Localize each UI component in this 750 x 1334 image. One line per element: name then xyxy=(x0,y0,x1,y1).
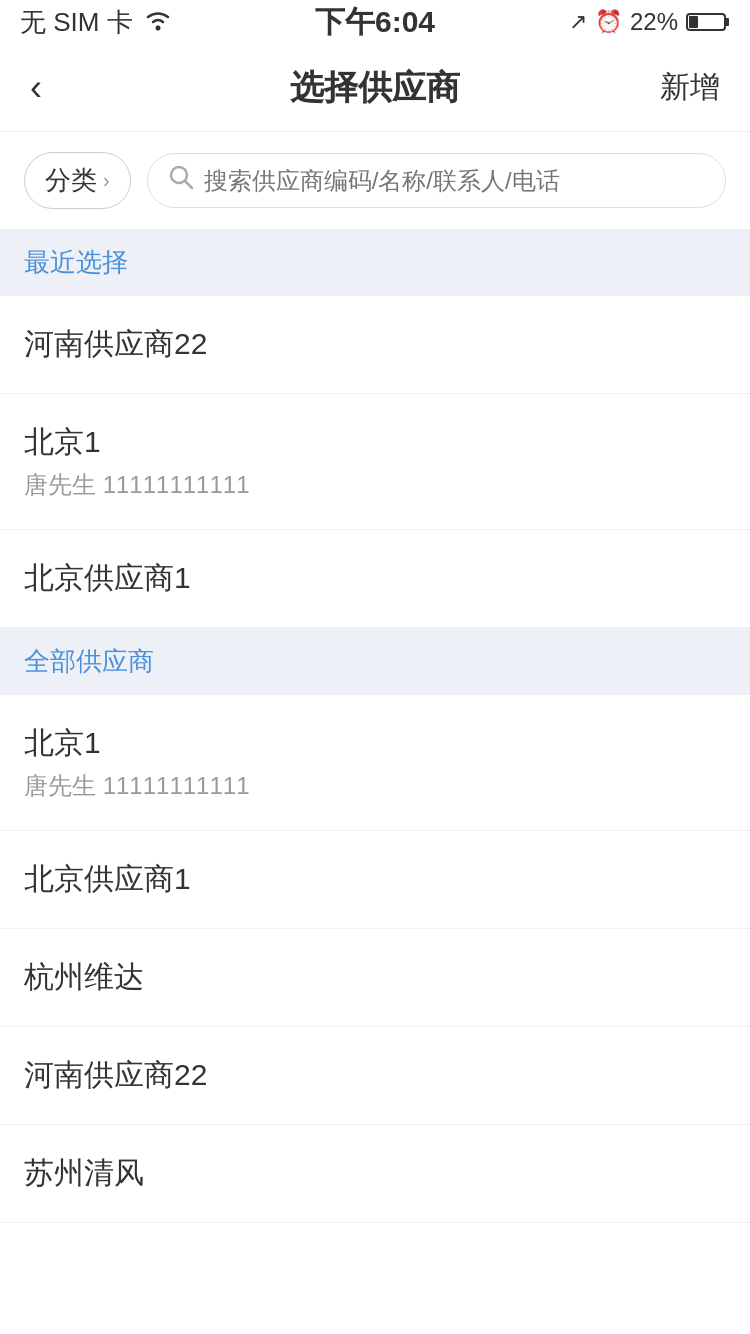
add-button[interactable]: 新增 xyxy=(660,67,720,108)
status-bar: 无 SIM 卡 下午6:04 ↗ ⏰ 22% xyxy=(0,0,750,44)
search-area: 分类 › xyxy=(0,132,750,229)
item-name: 苏州清风 xyxy=(24,1153,726,1194)
item-name: 北京供应商1 xyxy=(24,558,726,599)
battery-label: 22% xyxy=(630,8,678,36)
status-left: 无 SIM 卡 xyxy=(20,5,173,40)
item-sub: 唐先生 11111111111 xyxy=(24,469,726,501)
back-button[interactable]: ‹ xyxy=(30,67,90,109)
item-name: 北京供应商1 xyxy=(24,859,726,900)
status-right: ↗ ⏰ 22% xyxy=(569,8,730,36)
svg-rect-2 xyxy=(725,18,729,26)
page-title: 选择供应商 xyxy=(290,65,460,111)
category-label: 分类 xyxy=(45,163,97,198)
list-item[interactable]: 河南供应商22 xyxy=(0,296,750,394)
item-sub: 唐先生 11111111111 xyxy=(24,770,726,802)
status-time: 下午6:04 xyxy=(315,2,435,43)
all-section-header: 全部供应商 xyxy=(0,628,750,695)
battery-icon xyxy=(686,11,730,33)
recent-section-header: 最近选择 xyxy=(0,229,750,296)
search-input-wrap xyxy=(147,153,726,208)
search-input[interactable] xyxy=(204,167,705,195)
list-item[interactable]: 苏州清风 xyxy=(0,1125,750,1223)
alarm-icon: ⏰ xyxy=(595,9,622,35)
recent-items-list: 河南供应商22 北京1 唐先生 11111111111 北京供应商1 xyxy=(0,296,750,628)
list-item[interactable]: 北京供应商1 xyxy=(0,831,750,929)
nav-bar: ‹ 选择供应商 新增 xyxy=(0,44,750,132)
list-item[interactable]: 杭州维达 xyxy=(0,929,750,1027)
item-name: 北京1 xyxy=(24,422,726,463)
search-icon xyxy=(168,164,194,197)
svg-rect-3 xyxy=(689,16,698,28)
category-button[interactable]: 分类 › xyxy=(24,152,131,209)
svg-line-5 xyxy=(185,181,192,188)
list-item[interactable]: 北京供应商1 xyxy=(0,530,750,628)
category-arrow-icon: › xyxy=(103,169,110,192)
svg-point-0 xyxy=(155,25,160,30)
list-item[interactable]: 北京1 唐先生 11111111111 xyxy=(0,394,750,530)
carrier-label: 无 SIM 卡 xyxy=(20,5,133,40)
item-name: 杭州维达 xyxy=(24,957,726,998)
item-name: 河南供应商22 xyxy=(24,1055,726,1096)
item-name: 北京1 xyxy=(24,723,726,764)
list-item[interactable]: 河南供应商22 xyxy=(0,1027,750,1125)
item-name: 河南供应商22 xyxy=(24,324,726,365)
list-item[interactable]: 北京1 唐先生 11111111111 xyxy=(0,695,750,831)
location-icon: ↗ xyxy=(569,9,587,35)
wifi-icon xyxy=(143,7,173,38)
all-items-list: 北京1 唐先生 11111111111 北京供应商1 杭州维达河南供应商22 苏州清风 xyxy=(0,695,750,1223)
